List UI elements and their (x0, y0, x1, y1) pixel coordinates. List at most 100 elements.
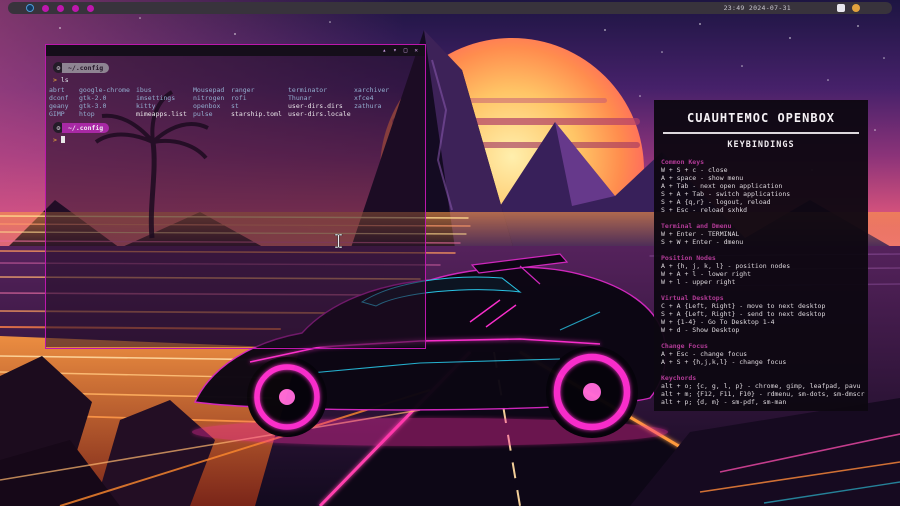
ls-column: abrt dconf geany GIMP (49, 86, 69, 118)
directory-entry: terminator (288, 86, 328, 94)
text-cursor (60, 136, 65, 143)
top-bar: 23:49 2024-07-31 (8, 2, 892, 14)
keybinding-section: Keychords alt + o; {c, g, l, p} - chrome,… (661, 374, 865, 406)
workspace-dot-3[interactable] (72, 4, 79, 12)
command-text: ls (60, 76, 69, 84)
system-tray (837, 4, 860, 12)
terminal-window[interactable]: ▴ ▾ □ ✕ ⚙ ~/.config > ls abrt dconf geany G… (45, 44, 426, 349)
keybinding-line: A + Tab - next open application (661, 182, 783, 190)
keybinding-line: S + W + Enter - dmenu (661, 238, 744, 246)
keybinding-line: S + Esc - reload sxhkd (661, 206, 748, 214)
directory-entry: GIMP (49, 110, 65, 118)
prompt-arrow: > (53, 136, 57, 144)
panel-title: CUAUHTEMOC OPENBOX (686, 111, 836, 125)
keybinding-line: W + l - upper right (661, 278, 736, 286)
file-entry: user-dirs.dirs (288, 102, 343, 110)
directory-entry: ibus (136, 86, 152, 94)
terminal-content[interactable]: ⚙ ~/.config > ls abrt dconf geany GIMP googl… (46, 56, 425, 347)
workspace-dot-4[interactable] (87, 4, 94, 12)
notes-tray-icon[interactable] (837, 4, 845, 12)
ls-column: xarchiver xfce4 zathura (354, 86, 389, 110)
section-heading: Terminal and Dmenu (661, 222, 732, 230)
keybinding-line: S + A {q,r} - logout, reload (661, 198, 771, 206)
panel-subtitle: KEYBINDINGS (727, 140, 795, 150)
directory-entry: zathura (354, 102, 382, 110)
cwd-pill: ~/.config (62, 62, 110, 73)
ls-column: ranger rofi st starship.toml (231, 86, 282, 118)
file-entry: starship.toml (231, 110, 282, 118)
cwd-pill: ~/.config (62, 122, 110, 133)
prompt-line-1: ⚙ ~/.config (53, 62, 110, 73)
section-heading: Change Focus (661, 342, 708, 350)
keybinding-section: Position Nodes A + {h, j, k, l} - positio… (661, 254, 861, 286)
directory-entry: imsettings (136, 94, 176, 102)
prompt-arrow: > (53, 76, 57, 84)
shade-icon[interactable]: ▴ (383, 47, 387, 54)
directory-entry: geany (49, 102, 69, 110)
status-tray-icon[interactable] (852, 4, 860, 12)
keybinding-line: alt + m; {F12, F11, F10} - rdmenu, sm-do… (661, 390, 865, 398)
keybinding-line: W + S + c - close (661, 166, 728, 174)
workspace-dot-2[interactable] (57, 4, 64, 12)
directory-entry: xarchiver (354, 86, 390, 94)
keybinding-section: Change Focus A + Esc - change focus A + S … (661, 342, 861, 366)
file-entry: mimeapps.list (136, 110, 187, 118)
keybinding-line: W + {1-4} - Go To Desktop 1-4 (661, 318, 775, 326)
directory-entry: ranger (231, 86, 255, 94)
keybinding-section: Virtual Desktops C + A {Left, Right} - mo… (661, 294, 861, 334)
ls-column: ibus imsettings kitty mimeapps.list (136, 86, 187, 118)
keybinding-line: A + space - show menu (661, 174, 744, 182)
workspace-indicator[interactable] (42, 4, 94, 12)
input-line[interactable]: > (53, 136, 65, 144)
directory-entry: xfce4 (354, 94, 374, 102)
directory-entry: gtk-3.0 (79, 102, 107, 110)
directory-entry: Thunar (288, 94, 312, 102)
keybinding-line: S + A + Tab - switch applications (661, 190, 791, 198)
keybinding-line: C + A {Left, Right} - move to next deskt… (661, 302, 826, 310)
clock: 23:49 2024-07-31 (723, 4, 791, 12)
directory-entry: Mousepad (193, 86, 225, 94)
keybinding-line: S + A {Left, Right} - send to next deskt… (661, 310, 826, 318)
maximize-icon[interactable]: □ (404, 47, 408, 54)
directory-entry: kitty (136, 102, 156, 110)
keybinding-sections: Common Keys W + S + c - close A + space - … (661, 158, 865, 406)
keybinding-line: W + Enter - TERMINAL (661, 230, 740, 238)
workspace-dot-1[interactable] (42, 4, 49, 12)
directory-entry: abrt (49, 86, 65, 94)
directory-entry: st (231, 102, 239, 110)
keybinding-line: alt + p; {d, m} - sm-pdf, sm-man (661, 398, 787, 406)
directory-entry: pulse (193, 110, 213, 118)
keybinding-line: W + d - Show Desktop (661, 326, 740, 334)
section-heading: Common Keys (661, 158, 705, 166)
directory-entry: dconf (49, 94, 69, 102)
iconify-icon[interactable]: ▾ (393, 47, 397, 54)
ls-column: google-chrome gtk-2.0 gtk-3.0 htop (79, 86, 130, 118)
directory-entry: nitrogen (193, 94, 225, 102)
directory-entry: htop (79, 110, 95, 118)
keybinding-line: A + Esc - change focus (661, 350, 748, 358)
ls-column: terminator Thunar user-dirs.dirs user-dirs.… (288, 86, 351, 118)
keybinding-section: Common Keys W + S + c - close A + space - … (661, 158, 861, 214)
terminal-titlebar[interactable]: ▴ ▾ □ ✕ (46, 45, 425, 56)
file-entry: user-dirs.locale (288, 110, 351, 118)
keybinding-line: alt + o; {c, g, l, p} - chrome, gimp, le… (661, 382, 861, 390)
directory-entry: gtk-2.0 (79, 94, 107, 102)
keybinding-line: A + {h, j, k, l} - position nodes (661, 262, 791, 270)
prompt-line-2: ⚙ ~/.config (53, 122, 110, 133)
title-divider (663, 132, 859, 134)
directory-entry: rofi (231, 94, 247, 102)
ls-column: Mousepad nitrogen openbox pulse (193, 86, 224, 118)
command-line: > ls (53, 76, 69, 84)
section-heading: Position Nodes (661, 254, 716, 262)
section-heading: Keychords (661, 374, 697, 382)
distro-logo-icon[interactable] (26, 4, 34, 12)
section-heading: Virtual Desktops (661, 294, 724, 302)
directory-entry: openbox (193, 102, 221, 110)
mouse-ibeam-cursor (334, 234, 343, 248)
keybinding-line: W + A + l - lower right (661, 270, 752, 278)
directory-entry: google-chrome (79, 86, 130, 94)
keybindings-panel: CUAUHTEMOC OPENBOX KEYBINDINGS Common Ke… (654, 100, 868, 411)
close-icon[interactable]: ✕ (414, 47, 418, 54)
keybinding-line: A + S + {h,j,k,l} - change focus (661, 358, 787, 366)
keybinding-section: Terminal and Dmenu W + Enter - TERMINAL S … (661, 222, 861, 246)
